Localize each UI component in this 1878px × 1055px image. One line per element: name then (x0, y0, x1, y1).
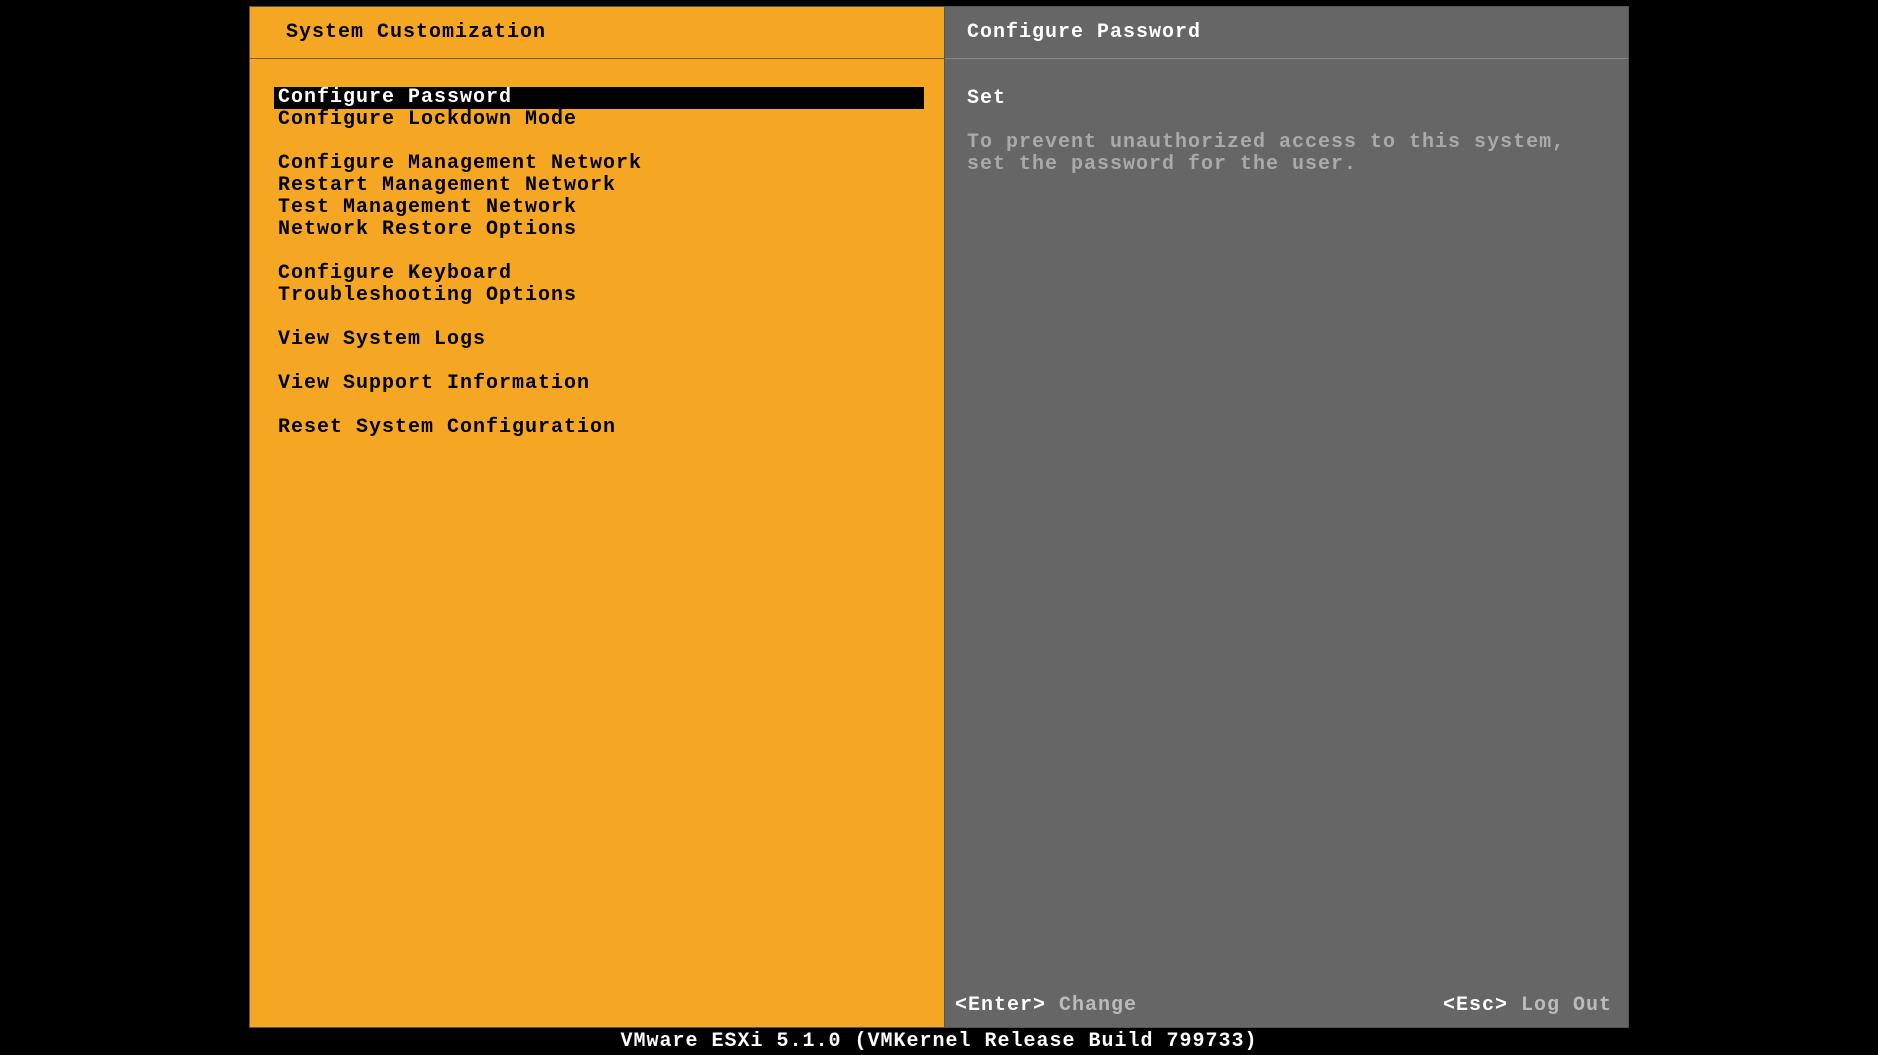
version-info: VMware ESXi 5.1.0 (VMKernel Release Buil… (620, 1028, 1257, 1053)
right-content: Set To prevent unauthorized access to th… (945, 59, 1628, 1027)
menu-item-test-management-network[interactable]: Test Management Network (250, 197, 944, 219)
menu-item-configure-password[interactable]: Configure Password (274, 87, 924, 109)
menu-item-configure-lockdown-mode[interactable]: Configure Lockdown Mode (250, 109, 944, 131)
menu-container: Configure Password Configure Lockdown Mo… (250, 59, 944, 461)
menu-group: Configure Password Configure Lockdown Mo… (250, 87, 944, 131)
menu-item-reset-system-configuration[interactable]: Reset System Configuration (250, 417, 944, 439)
esc-action-label: Log Out (1521, 994, 1612, 1017)
footer-esc-hint: <Esc> Log Out (1443, 994, 1612, 1017)
footer-bar: <Enter> Change <Esc> Log Out (945, 984, 1628, 1027)
right-panel-title: Configure Password (945, 7, 1628, 59)
menu-group: Configure Keyboard Troubleshooting Optio… (250, 263, 944, 307)
right-panel: Configure Password Set To prevent unauth… (945, 7, 1628, 1027)
menu-item-troubleshooting-options[interactable]: Troubleshooting Options (250, 285, 944, 307)
menu-group: Reset System Configuration (250, 417, 944, 439)
password-description: To prevent unauthorized access to this s… (967, 132, 1606, 176)
dcui-main-container: System Customization Configure Password … (249, 6, 1629, 1028)
left-panel: System Customization Configure Password … (250, 7, 945, 1027)
footer-enter-hint: <Enter> Change (955, 994, 1137, 1017)
esc-key-label: <Esc> (1443, 994, 1508, 1017)
menu-item-configure-keyboard[interactable]: Configure Keyboard (250, 263, 944, 285)
menu-item-view-support-information[interactable]: View Support Information (250, 373, 944, 395)
enter-action-label: Change (1059, 994, 1137, 1017)
menu-group: Configure Management Network Restart Man… (250, 153, 944, 241)
enter-key-label: <Enter> (955, 994, 1046, 1017)
menu-item-view-system-logs[interactable]: View System Logs (250, 329, 944, 351)
menu-item-configure-management-network[interactable]: Configure Management Network (250, 153, 944, 175)
menu-group: View System Logs (250, 329, 944, 351)
menu-item-network-restore-options[interactable]: Network Restore Options (250, 219, 944, 241)
menu-item-restart-management-network[interactable]: Restart Management Network (250, 175, 944, 197)
left-panel-title: System Customization (250, 7, 944, 59)
menu-group: View Support Information (250, 373, 944, 395)
password-status: Set (967, 87, 1606, 110)
